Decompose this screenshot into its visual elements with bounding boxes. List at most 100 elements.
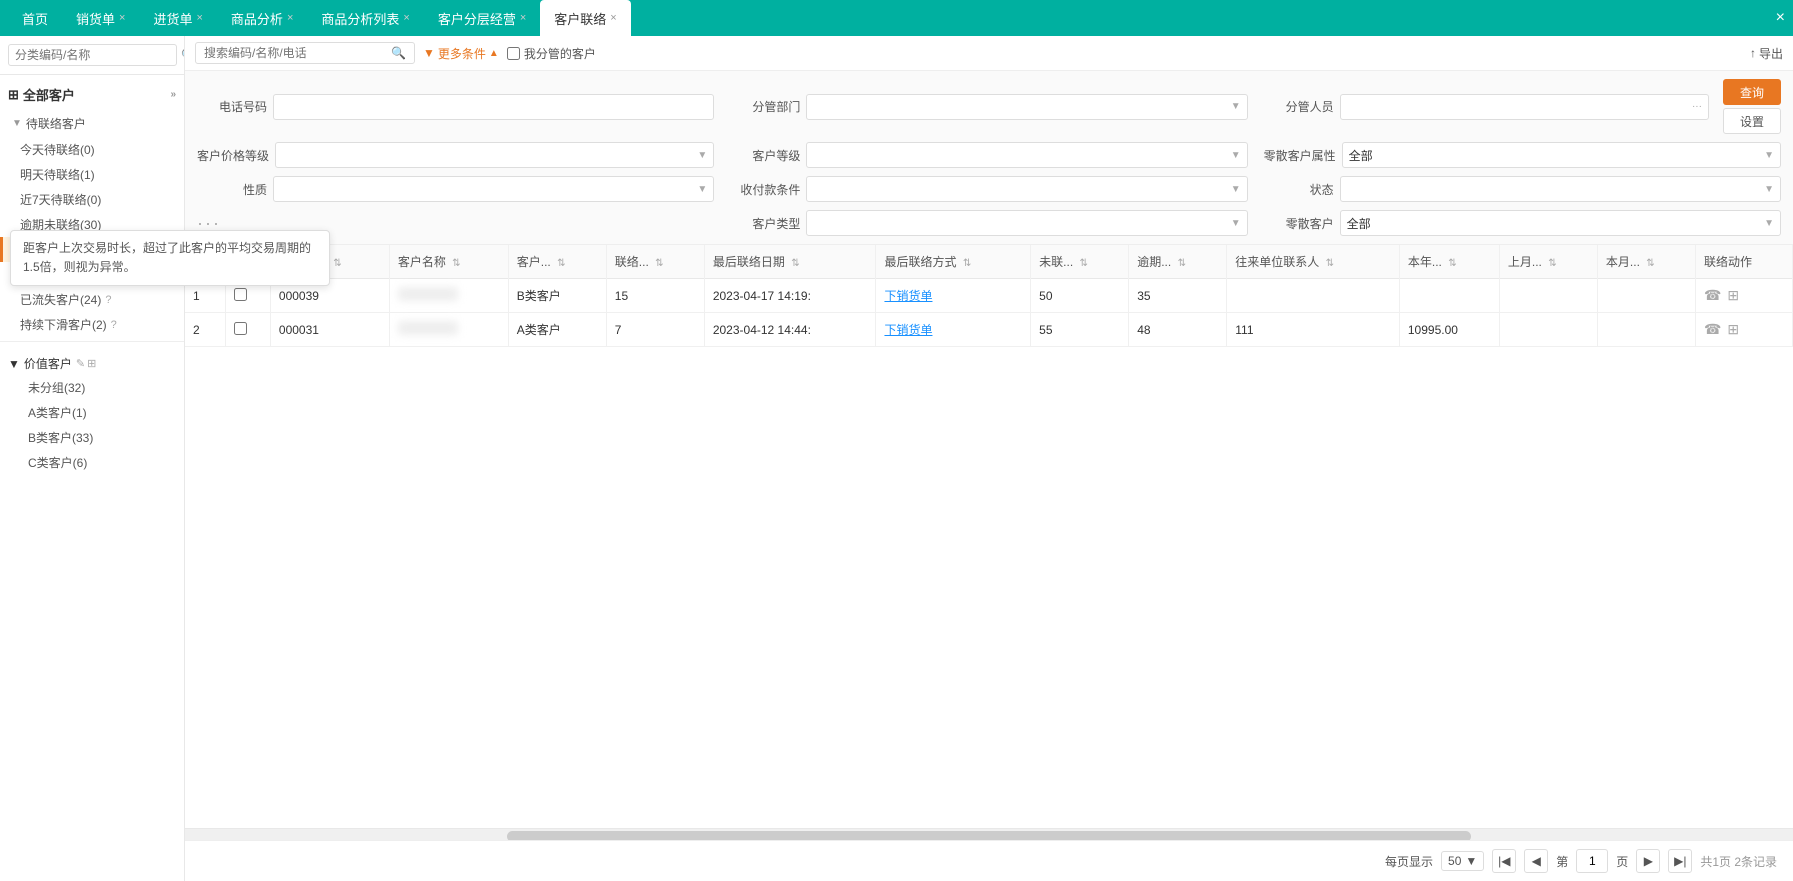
add-icon[interactable]: ⊞ xyxy=(87,357,96,370)
row-checkbox-2[interactable] xyxy=(226,313,271,347)
sidebar-item-declining[interactable]: 持续下滑客户(2) ? xyxy=(0,312,184,337)
sidebar-item-tomorrow[interactable]: 明天待联络(1) xyxy=(0,162,184,187)
filter-gender-row: 性质 ▼ xyxy=(197,176,714,202)
nav-close-icon[interactable]: × xyxy=(196,12,202,24)
filter-search-icon[interactable]: 🔍 xyxy=(391,46,406,60)
nav-product-analysis-list[interactable]: 商品分析列表 × xyxy=(307,0,423,36)
last-page-button[interactable]: ▶| xyxy=(1668,849,1692,873)
nav-home[interactable]: 首页 xyxy=(8,0,62,36)
filter-person-row: 分管人员 ··· 查询 设置 xyxy=(1264,79,1781,134)
sort-icon-8[interactable]: ⇅ xyxy=(1178,258,1186,269)
sort-icon[interactable]: ⇅ xyxy=(333,258,341,269)
window-close-button[interactable]: × xyxy=(1776,9,1785,27)
filter-export-button[interactable]: ↑ 导出 xyxy=(1750,45,1783,62)
sort-icon-12[interactable]: ⇅ xyxy=(1646,258,1654,269)
nav-close-icon[interactable]: × xyxy=(520,12,526,24)
nav-product-analysis[interactable]: 商品分析 × xyxy=(217,0,307,36)
next-page-button[interactable]: ▶ xyxy=(1636,849,1660,873)
filter-payment-select[interactable]: ▼ xyxy=(806,176,1247,202)
prev-page-button[interactable]: ◀ xyxy=(1524,849,1548,873)
sort-icon-3[interactable]: ⇅ xyxy=(557,258,565,269)
filter-customer-type-label: 客户类型 xyxy=(730,215,800,232)
grid-action-icon[interactable]: ⊞ xyxy=(1727,287,1739,304)
nav-close-icon[interactable]: × xyxy=(287,12,293,24)
filter-retail-attr-select[interactable]: 全部 ▼ xyxy=(1342,142,1781,168)
filter-search-input[interactable] xyxy=(204,46,391,60)
sidebar-all-customers-header[interactable]: ⊞ 全部客户 » xyxy=(0,79,184,110)
sort-icon-4[interactable]: ⇅ xyxy=(655,258,663,269)
sort-icon-10[interactable]: ⇅ xyxy=(1448,258,1456,269)
sort-icon-11[interactable]: ⇅ xyxy=(1548,258,1556,269)
per-page-select[interactable]: 50 ▼ xyxy=(1441,851,1484,871)
row-last-month-2 xyxy=(1499,313,1597,347)
sort-icon-5[interactable]: ⇅ xyxy=(791,258,799,269)
chevron-down-icon-status: ▼ xyxy=(1764,184,1774,195)
sidebar-item-7days[interactable]: 近7天待联络(0) xyxy=(0,187,184,212)
sidebar-search-input[interactable] xyxy=(8,44,177,66)
filter-status-select[interactable]: ▼ xyxy=(1340,176,1781,202)
row-grade-2: A类客户 xyxy=(508,313,606,347)
sidebar-item-c-class[interactable]: C类客户(6) xyxy=(8,450,176,475)
filter-phone-input[interactable] xyxy=(273,94,714,120)
sort-icon-6[interactable]: ⇅ xyxy=(963,258,971,269)
contact-icon-2[interactable]: ☎ xyxy=(1704,321,1721,338)
edit-icon[interactable]: ✎ xyxy=(76,357,85,370)
sidebar-value-group-header[interactable]: ▼ 价值客户 ✎ ⊞ xyxy=(8,352,176,375)
nav-customer-contact[interactable]: 客户联络 × xyxy=(540,0,630,36)
chevron-down-icon-grade: ▼ xyxy=(1231,150,1241,161)
info-icon-3[interactable]: ? xyxy=(105,294,111,306)
col-last-date: 最后联络日期 ⇅ xyxy=(704,245,876,279)
filter-gender-label: 性质 xyxy=(197,181,267,198)
sidebar-divider xyxy=(0,341,184,342)
filter-person-select[interactable]: ··· xyxy=(1340,94,1709,120)
export-icon: ↑ xyxy=(1750,46,1756,60)
sidebar-pending-group[interactable]: ▼ 待联络客户 xyxy=(0,110,184,137)
content-area: 距客户上次交易时长，超过了此客户的平均交易周期的1.5倍，则视为异常。 🔍 ▼ … xyxy=(185,36,1793,881)
filter-customer-type-select[interactable]: ▼ xyxy=(806,210,1247,236)
sidebar-item-a-class[interactable]: A类客户(1) xyxy=(8,400,176,425)
sidebar-collapse-icon[interactable]: » xyxy=(170,89,176,100)
arrow-down-icon: ▼ xyxy=(12,118,22,129)
chevron-down-icon-retail-cust: ▼ xyxy=(1764,218,1774,229)
row-contact-count-2: 7 xyxy=(606,313,704,347)
sort-icon-7[interactable]: ⇅ xyxy=(1080,258,1088,269)
table-area: ⚙ 客户编码 ⇅ 客户名称 ⇅ 客户... ⇅ xyxy=(185,245,1793,828)
sidebar-item-lost[interactable]: 已流失客户(24) ? xyxy=(0,287,184,312)
filter-dept-select[interactable]: ▼ xyxy=(806,94,1247,120)
nav-close-icon[interactable]: × xyxy=(403,12,409,24)
page-number-input[interactable] xyxy=(1576,849,1608,873)
info-icon-4[interactable]: ? xyxy=(111,319,117,331)
sidebar-item-b-class[interactable]: B类客户(33) xyxy=(8,425,176,450)
row-last-method-1[interactable]: 下销货单 xyxy=(876,279,1031,313)
nav-close-icon[interactable]: × xyxy=(610,12,616,24)
main-layout: 🔍 ⊞ 全部客户 » ▼ 待联络客户 今天待联络(0) 明天待联络(1) 近7天… xyxy=(0,36,1793,881)
horizontal-scrollbar[interactable] xyxy=(185,828,1793,840)
filter-customer-grade-select[interactable]: ▼ xyxy=(806,142,1247,168)
sidebar-item-today[interactable]: 今天待联络(0) xyxy=(0,137,184,162)
nav-sales-order[interactable]: 销货单 × xyxy=(62,0,139,36)
filter-more-conditions[interactable]: ▼ 更多条件 ▲ xyxy=(423,45,499,62)
grid-action-icon-2[interactable]: ⊞ xyxy=(1727,321,1739,338)
first-page-button[interactable]: |◀ xyxy=(1492,849,1516,873)
filter-person-label: 分管人员 xyxy=(1264,98,1334,115)
sort-icon-9[interactable]: ⇅ xyxy=(1326,258,1334,269)
nav-purchase-order[interactable]: 进货单 × xyxy=(139,0,216,36)
sort-icon-2[interactable]: ⇅ xyxy=(452,258,460,269)
nav-customer-tier[interactable]: 客户分层经营 × xyxy=(424,0,540,36)
settings-button[interactable]: 设置 xyxy=(1723,108,1781,134)
row-last-method-2[interactable]: 下销货单 xyxy=(876,313,1031,347)
filter-gender-select[interactable]: ▼ xyxy=(273,176,714,202)
filter-my-customers[interactable]: 我分管的客户 xyxy=(507,45,596,62)
sidebar-item-ungrouped[interactable]: 未分组(32) xyxy=(8,375,176,400)
filter-price-grade-select[interactable]: ▼ xyxy=(275,142,714,168)
nav-close-icon[interactable]: × xyxy=(119,12,125,24)
my-customers-checkbox[interactable] xyxy=(507,47,520,60)
filter-retail-customer-select[interactable]: 全部 ▼ xyxy=(1340,210,1781,236)
filter-search-box: 🔍 xyxy=(195,42,415,64)
col-overdue: 逾期... ⇅ xyxy=(1129,245,1227,279)
filter-customer-type-row: 客户类型 ▼ xyxy=(730,210,1247,236)
sidebar: 🔍 ⊞ 全部客户 » ▼ 待联络客户 今天待联络(0) 明天待联络(1) 近7天… xyxy=(0,36,185,881)
contact-icon[interactable]: ☎ xyxy=(1704,287,1721,304)
query-button[interactable]: 查询 xyxy=(1723,79,1781,105)
per-page-value: 50 xyxy=(1448,854,1461,868)
